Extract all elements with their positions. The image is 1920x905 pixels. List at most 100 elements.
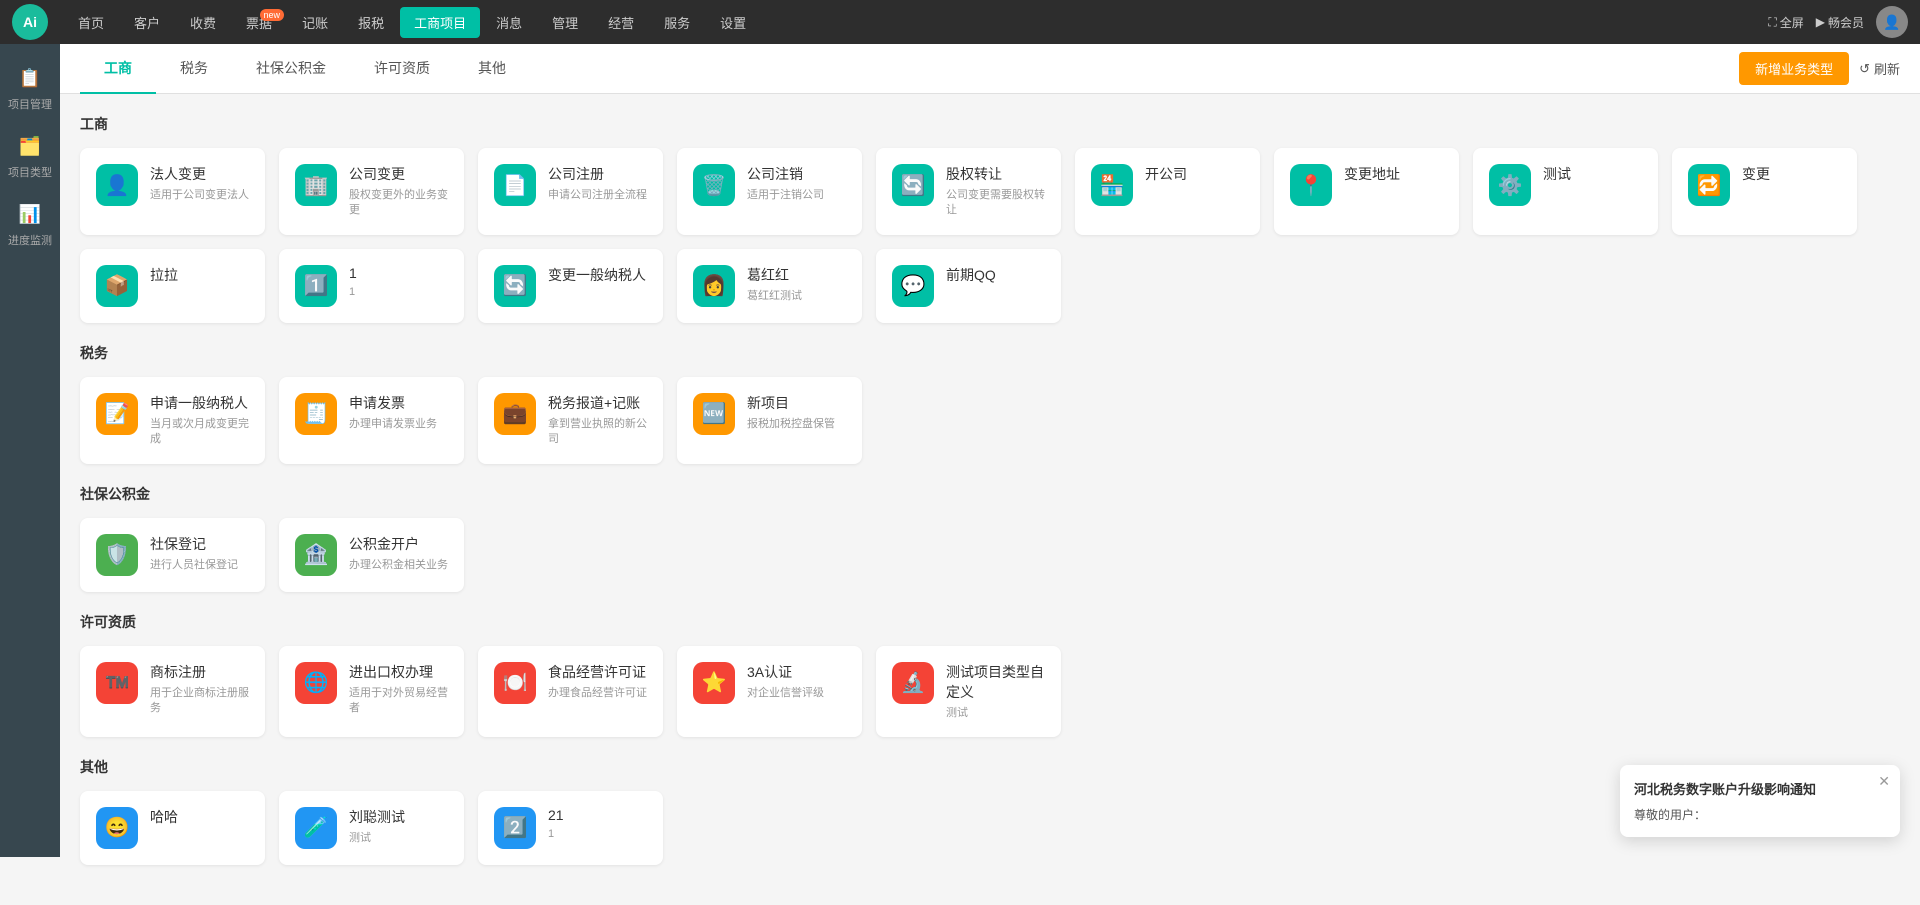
nav-item-记账[interactable]: 记账 (288, 7, 342, 38)
card-icon: 1️⃣ (295, 265, 337, 307)
card-食品经营许可证[interactable]: 🍽️食品经营许可证办理食品经营许可证 (478, 646, 663, 737)
card-desc: 进行人员社保登记 (150, 558, 238, 573)
card-name: 变更一般纳税人 (548, 265, 646, 285)
card-icon: 📦 (96, 265, 138, 307)
card-公司注销[interactable]: 🗑️公司注销适用于注销公司 (677, 148, 862, 235)
tabs-bar: 工商税务社保公积金许可资质其他 新增业务类型 ↺ 刷新 (60, 44, 1920, 94)
card-desc: 适用于公司变更法人 (150, 188, 249, 203)
refresh-button[interactable]: ↺ 刷新 (1859, 59, 1900, 78)
nav-item-设置[interactable]: 设置 (706, 7, 760, 38)
card-desc: 葛红红测试 (747, 289, 802, 304)
section-税务: 税务📝申请一般纳税人当月或次月成变更完成🧾申请发票办理申请发票业务💼税务报道+记… (80, 343, 1900, 464)
nav-item-管理[interactable]: 管理 (538, 7, 592, 38)
card-法人变更[interactable]: 👤法人变更适用于公司变更法人 (80, 148, 265, 235)
nav-item-收费[interactable]: 收费 (176, 7, 230, 38)
card-公积金开户[interactable]: 🏦公积金开户办理公积金相关业务 (279, 518, 464, 592)
card-变更地址[interactable]: 📍 变更地址 (1274, 148, 1459, 235)
nav-item-客户[interactable]: 客户 (120, 7, 174, 38)
card-变更一般纳税人[interactable]: 🔄 变更一般纳税人 (478, 249, 663, 323)
card-name: 公司注册 (548, 164, 647, 184)
card-icon: 🧾 (295, 393, 337, 435)
card-变更[interactable]: 🔁变更 (1672, 148, 1857, 235)
card-icon: 2️⃣ (494, 807, 536, 849)
nav-item-消息[interactable]: 消息 (482, 7, 536, 38)
notification-popup: ✕ 河北税务数字账户升级影响通知 尊敬的用户： (1620, 765, 1900, 837)
tab-社保公积金[interactable]: 社保公积金 (232, 44, 350, 94)
card-desc: 申请公司注册全流程 (548, 188, 647, 203)
new-business-button[interactable]: 新增业务类型 (1739, 52, 1849, 85)
card-desc: 对企业信誉评级 (747, 686, 824, 701)
svg-text:Ai: Ai (23, 14, 37, 30)
card-icon: ™️ (96, 662, 138, 704)
vip-btn[interactable]: ▶ 畅会员 (1816, 14, 1864, 31)
card-name: 测试项目类型自定义 (946, 662, 1045, 702)
card-葛红红[interactable]: 👩葛红红葛红红测试 (677, 249, 862, 323)
sidebar: 📋项目管理🗂️项目类型📊进度监测 (0, 44, 60, 857)
top-nav: Ai 首页客户收费票据new记账报税工商项目消息管理经营服务设置 ⛶ 全屏 ▶ … (0, 0, 1920, 44)
card-name: 刘聪测试 (349, 807, 405, 827)
card-申请发票[interactable]: 🧾申请发票办理申请发票业务 (279, 377, 464, 464)
avatar[interactable]: 👤 (1876, 6, 1908, 38)
tab-税务[interactable]: 税务 (156, 44, 232, 94)
card-icon: 🌐 (295, 662, 337, 704)
card-开公司[interactable]: 🏪开公司 (1075, 148, 1260, 235)
fullscreen-btn[interactable]: ⛶ 全屏 (1768, 14, 1803, 31)
tab-许可资质[interactable]: 许可资质 (350, 44, 454, 94)
card-icon: 💼 (494, 393, 536, 435)
card-desc: 办理申请发票业务 (349, 417, 437, 432)
card-desc: 1 (548, 827, 564, 842)
card-icon: 💬 (892, 265, 934, 307)
card-name: 测试 (1543, 164, 1571, 184)
nav-item-票据[interactable]: 票据new (232, 7, 286, 38)
card-name: 申请一般纳税人 (150, 393, 249, 413)
card-股权转让[interactable]: 🔄股权转让公司变更需要股权转让 (876, 148, 1061, 235)
sidebar-icon: 📋 (16, 64, 44, 92)
sidebar-item-项目管理[interactable]: 📋项目管理 (0, 54, 60, 122)
sidebar-item-进度监测[interactable]: 📊进度监测 (0, 190, 60, 258)
card-icon: ⚙️ (1489, 164, 1531, 206)
nav-item-报税[interactable]: 报税 (344, 7, 398, 38)
card-icon: ⭐ (693, 662, 735, 704)
card-desc: 公司变更需要股权转让 (946, 188, 1045, 219)
card-商标注册[interactable]: ™️商标注册用于企业商标注册服务 (80, 646, 265, 737)
card-刘聪测试[interactable]: 🧪刘聪测试测试 (279, 791, 464, 865)
nav-item-工商项目[interactable]: 工商项目 (400, 7, 480, 38)
tab-工商[interactable]: 工商 (80, 44, 156, 94)
card-拉拉[interactable]: 📦拉拉 (80, 249, 265, 323)
card-name: 变更地址 (1344, 164, 1400, 184)
card-icon: 🔄 (494, 265, 536, 307)
card-1[interactable]: 1️⃣11 (279, 249, 464, 323)
card-公司变更[interactable]: 🏢公司变更股权变更外的业务变更 (279, 148, 464, 235)
card-icon: 🆕 (693, 393, 735, 435)
card-哈哈[interactable]: 😄哈哈 (80, 791, 265, 865)
card-测试项目类型自定义[interactable]: 🔬测试项目类型自定义测试 (876, 646, 1061, 737)
card-前期QQ[interactable]: 💬 前期QQ (876, 249, 1061, 323)
card-icon: 🗑️ (693, 164, 735, 206)
tab-其他[interactable]: 其他 (454, 44, 530, 94)
card-name: 前期QQ (946, 265, 996, 285)
card-公司注册[interactable]: 📄公司注册申请公司注册全流程 (478, 148, 663, 235)
sidebar-icon: 📊 (16, 200, 44, 228)
card-icon: 🔬 (892, 662, 934, 704)
section-title: 税务 (80, 343, 1900, 363)
nav-item-经营[interactable]: 经营 (594, 7, 648, 38)
card-申请一般纳税人[interactable]: 📝申请一般纳税人当月或次月成变更完成 (80, 377, 265, 464)
card-icon: 🧪 (295, 807, 337, 849)
sidebar-item-项目类型[interactable]: 🗂️项目类型 (0, 122, 60, 190)
card-新项目[interactable]: 🆕新项目报税加税控盘保管 (677, 377, 862, 464)
card-进出口权办理[interactable]: 🌐进出口权办理适用于对外贸易经营者 (279, 646, 464, 737)
card-icon: 📍 (1290, 164, 1332, 206)
notification-close-button[interactable]: ✕ (1878, 773, 1890, 790)
nav-item-首页[interactable]: 首页 (64, 7, 118, 38)
card-社保登记[interactable]: 🛡️社保登记进行人员社保登记 (80, 518, 265, 592)
section-社保公积金: 社保公积金🛡️社保登记进行人员社保登记🏦公积金开户办理公积金相关业务 (80, 484, 1900, 592)
logo: Ai (12, 4, 48, 40)
card-3A认证[interactable]: ⭐3A认证对企业信誉评级 (677, 646, 862, 737)
card-测试[interactable]: ⚙️ 测试 (1473, 148, 1658, 235)
card-税务报道+记账[interactable]: 💼税务报道+记账拿到营业执照的新公司 (478, 377, 663, 464)
card-icon: 📝 (96, 393, 138, 435)
card-21[interactable]: 2️⃣211 (478, 791, 663, 865)
card-desc: 适用于对外贸易经营者 (349, 686, 448, 717)
nav-item-服务[interactable]: 服务 (650, 7, 704, 38)
card-icon: 😄 (96, 807, 138, 849)
